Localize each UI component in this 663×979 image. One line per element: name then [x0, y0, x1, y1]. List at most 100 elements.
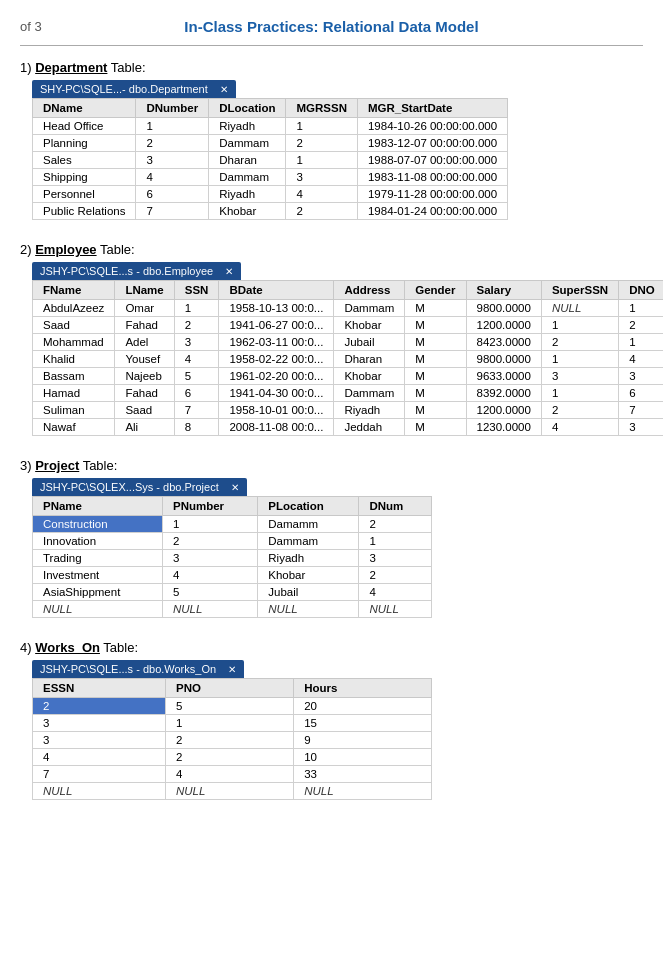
col-header-fname: FName: [33, 281, 115, 300]
col-header-essn: ESSN: [33, 679, 166, 698]
table-cell: Khalid: [33, 351, 115, 368]
table-row[interactable]: NawafAli82008-11-08 00:0...JeddahM1230.0…: [33, 419, 664, 436]
table-cell: 2: [541, 334, 618, 351]
table-cell: Dharan: [209, 152, 286, 169]
table-cell: Saad: [33, 317, 115, 334]
table-cell: Head Office: [33, 118, 136, 135]
table-row[interactable]: Construction1Damamm2: [33, 516, 432, 533]
section-heading-department: 1) Department Table:: [20, 60, 643, 75]
table-cell: Riyadh: [334, 402, 405, 419]
table-row[interactable]: 4210: [33, 749, 432, 766]
table-cell: 1958-10-01 00:0...: [219, 402, 334, 419]
table-cell: 2: [359, 516, 432, 533]
table-cell: Yousef: [115, 351, 174, 368]
table-cell: 8392.0000: [466, 385, 541, 402]
table-row[interactable]: Public Relations7Khobar21984-01-24 00:00…: [33, 203, 508, 220]
table-cell: Najeeb: [115, 368, 174, 385]
table-cell: 4: [541, 419, 618, 436]
table-row[interactable]: Sales3Dharan11988-07-07 00:00:00.000: [33, 152, 508, 169]
table-row[interactable]: MohammadAdel31962-03-11 00:0...JubailM84…: [33, 334, 664, 351]
table-cell: Construction: [33, 516, 163, 533]
col-header-dnumber: DNumber: [136, 99, 209, 118]
table-row[interactable]: AbdulAzeezOmar11958-10-13 00:0...DammamM…: [33, 300, 664, 317]
tab-bar-employee[interactable]: JSHY-PC\SQLE...s - dbo.Employee ✕: [32, 262, 241, 280]
table-cell: Khobar: [258, 567, 359, 584]
data-table-employee: FNameLNameSSNBDateAddressGenderSalarySup…: [32, 280, 663, 436]
table-row[interactable]: 2520: [33, 698, 432, 715]
page-counter: of 3: [20, 19, 42, 34]
table-cell: 3: [162, 550, 257, 567]
table-row[interactable]: Head Office1Riyadh11984-10-26 00:00:00.0…: [33, 118, 508, 135]
table-cell: 1: [174, 300, 219, 317]
table-cell: 3: [619, 419, 663, 436]
tab-label-employee: JSHY-PC\SQLE...s - dbo.Employee: [40, 265, 213, 277]
table-cell: Dammam: [334, 300, 405, 317]
tab-bar-project[interactable]: JSHY-PC\SQLEX...Sys - dbo.Project✕: [32, 478, 247, 496]
table-cell: 4: [174, 351, 219, 368]
table-row[interactable]: SaadFahad21941-06-27 00:0...KhobarM1200.…: [33, 317, 664, 334]
table-cell: 3: [33, 732, 166, 749]
table-cell: 5: [166, 698, 294, 715]
table-cell: 8423.0000: [466, 334, 541, 351]
table-cell: Riyadh: [258, 550, 359, 567]
table-row[interactable]: BassamNajeeb51961-02-20 00:0...KhobarM96…: [33, 368, 664, 385]
table-cell: Ali: [115, 419, 174, 436]
table-cell: 2008-11-08 00:0...: [219, 419, 334, 436]
table-cell: 7: [174, 402, 219, 419]
table-cell: 3: [33, 715, 166, 732]
table-row[interactable]: 7433: [33, 766, 432, 783]
col-header-salary: Salary: [466, 281, 541, 300]
table-row[interactable]: HamadFahad61941-04-30 00:0...DammamM8392…: [33, 385, 664, 402]
table-cell: 4: [359, 584, 432, 601]
table-cell: Riyadh: [209, 118, 286, 135]
table-cell: 1: [359, 533, 432, 550]
col-header-mgrssn: MGRSSN: [286, 99, 357, 118]
col-header-dnum: DNum: [359, 497, 432, 516]
table-row[interactable]: Shipping4Dammam31983-11-08 00:00:00.000: [33, 169, 508, 186]
table-cell: 1: [286, 118, 357, 135]
table-row[interactable]: NULLNULLNULLNULL: [33, 601, 432, 618]
table-cell: Dammam: [209, 169, 286, 186]
table-cell: 2: [359, 567, 432, 584]
table-cell: NULL: [33, 601, 163, 618]
table-cell: 6: [136, 186, 209, 203]
tab-bar-department[interactable]: SHY-PC\SQLE...- dbo.Department✕: [32, 80, 236, 98]
table-row[interactable]: KhalidYousef41958-02-22 00:0...DharanM98…: [33, 351, 664, 368]
tab-close-department[interactable]: ✕: [220, 84, 228, 95]
table-row[interactable]: Trading3Riyadh3: [33, 550, 432, 567]
table-cell: 4: [619, 351, 663, 368]
table-cell: 1988-07-07 00:00:00.000: [357, 152, 507, 169]
table-cell: 4: [166, 766, 294, 783]
table-cell: Jubail: [334, 334, 405, 351]
table-row[interactable]: 3115: [33, 715, 432, 732]
tab-bar-works_on[interactable]: JSHY-PC\SQLE...s - dbo.Works_On✕: [32, 660, 244, 678]
table-cell: 1962-03-11 00:0...: [219, 334, 334, 351]
table-cell: M: [405, 385, 466, 402]
table-cell: 1984-01-24 00:00:00.000: [357, 203, 507, 220]
col-header-superssn: SuperSSN: [541, 281, 618, 300]
table-cell: Shipping: [33, 169, 136, 186]
table-cell: Innovation: [33, 533, 163, 550]
table-cell: Khobar: [334, 317, 405, 334]
tab-close-project[interactable]: ✕: [231, 482, 239, 493]
col-header-pno: PNO: [166, 679, 294, 698]
table-cell: 5: [174, 368, 219, 385]
table-row[interactable]: Investment4Khobar2: [33, 567, 432, 584]
table-cell: 2: [166, 749, 294, 766]
table-row[interactable]: Planning2Dammam21983-12-07 00:00:00.000: [33, 135, 508, 152]
table-row[interactable]: NULLNULLNULL: [33, 783, 432, 800]
tab-close-works_on[interactable]: ✕: [228, 664, 236, 675]
section-department: 1) Department Table: SHY-PC\SQLE...- dbo.…: [20, 60, 643, 220]
table-cell: 2: [286, 203, 357, 220]
table-cell: NULL: [166, 783, 294, 800]
table-row[interactable]: SulimanSaad71958-10-01 00:0...RiyadhM120…: [33, 402, 664, 419]
tab-close-employee[interactable]: ✕: [225, 266, 233, 277]
table-cell: 9: [294, 732, 432, 749]
table-row[interactable]: Personnel6Riyadh41979-11-28 00:00:00.000: [33, 186, 508, 203]
table-row[interactable]: AsiaShippment5Jubail4: [33, 584, 432, 601]
table-row[interactable]: Innovation2Dammam1: [33, 533, 432, 550]
table-cell: Dammam: [209, 135, 286, 152]
table-cell: 4: [136, 169, 209, 186]
table-row[interactable]: 329: [33, 732, 432, 749]
table-cell: 1: [166, 715, 294, 732]
